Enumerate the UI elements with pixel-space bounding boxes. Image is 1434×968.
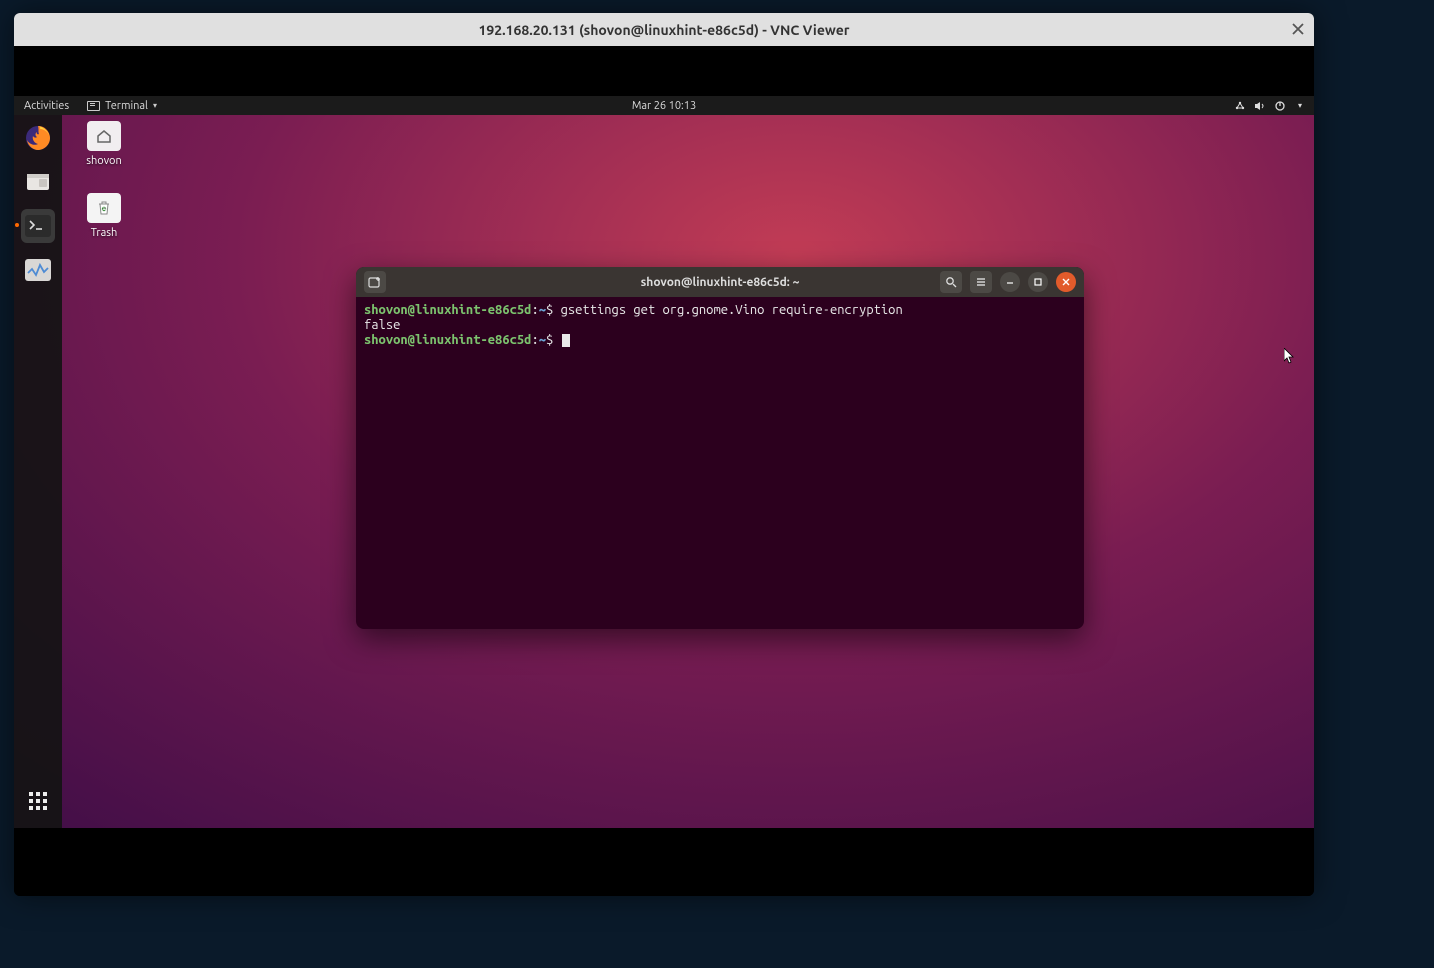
network-icon [1234, 100, 1246, 112]
dock-show-applications[interactable] [21, 784, 55, 818]
close-icon [1061, 277, 1071, 287]
clock-text: Mar 26 10:13 [632, 100, 696, 112]
terminal-app-icon [87, 101, 100, 111]
window-close-button[interactable] [1056, 272, 1076, 292]
vnc-window: 192.168.20.131 (shovon@linuxhint-e86c5d)… [14, 13, 1314, 896]
dock-files[interactable] [21, 165, 55, 199]
terminal-titlebar[interactable]: shovon@linuxhint-e86c5d: ~ [356, 267, 1084, 297]
hamburger-icon [975, 276, 987, 288]
terminal-icon [25, 215, 51, 237]
desktop-icon-trash-label: Trash [74, 227, 134, 239]
prompt-sym: $ [546, 333, 553, 347]
prompt-path: ~ [539, 303, 546, 317]
prompt-path: ~ [539, 333, 546, 347]
terminal-window[interactable]: shovon@linuxhint-e86c5d: ~ [356, 267, 1084, 629]
terminal-new-tab-button[interactable] [364, 271, 386, 293]
volume-icon [1254, 100, 1266, 112]
terminal-title: shovon@linuxhint-e86c5d: ~ [641, 276, 800, 289]
terminal-search-button[interactable] [940, 271, 962, 293]
prompt-sym: $ [546, 303, 553, 317]
appmenu-label: Terminal [105, 100, 148, 112]
new-tab-icon [368, 276, 382, 288]
terminal-menu-button[interactable] [970, 271, 992, 293]
ubuntu-desktop: Activities Terminal ▾ Mar 26 10:13 [14, 96, 1314, 828]
dock-system-monitor[interactable] [21, 253, 55, 287]
prompt-user: shovon@linuxhint-e86c5d [364, 333, 531, 347]
activities-label: Activities [24, 100, 69, 112]
window-minimize-button[interactable] [1000, 272, 1020, 292]
minimize-icon [1005, 277, 1015, 287]
desktop-icon-home[interactable]: shovon [74, 121, 134, 167]
firefox-icon [24, 124, 52, 152]
desktop-icon-trash[interactable]: Trash [74, 193, 134, 239]
dock-firefox[interactable] [21, 121, 55, 155]
close-icon [1292, 23, 1304, 35]
vnc-body: Activities Terminal ▾ Mar 26 10:13 [14, 46, 1314, 896]
chevron-down-icon: ▾ [153, 101, 157, 110]
topbar-clock[interactable]: Mar 26 10:13 [632, 100, 696, 112]
apps-grid-icon [29, 792, 47, 810]
topbar-left: Activities Terminal ▾ [14, 96, 165, 115]
window-maximize-button[interactable] [1028, 272, 1048, 292]
terminal-cursor [562, 334, 570, 347]
mouse-cursor-icon [1284, 348, 1296, 364]
home-folder-icon [87, 121, 121, 151]
activities-button[interactable]: Activities [14, 96, 79, 115]
vnc-titlebar[interactable]: 192.168.20.131 (shovon@linuxhint-e86c5d)… [14, 13, 1314, 46]
appmenu-terminal[interactable]: Terminal ▾ [79, 100, 165, 112]
trash-icon [87, 193, 121, 223]
search-icon [945, 276, 957, 288]
maximize-icon [1033, 277, 1043, 287]
vnc-close-button[interactable] [1286, 17, 1310, 41]
topbar-status-area[interactable]: ▾ [1234, 100, 1314, 112]
terminal-cmd-1: gsettings get org.gnome.Vino require-enc… [561, 303, 903, 317]
desktop-area[interactable]: shovon Trash [14, 115, 1314, 828]
vnc-title-text: 192.168.20.131 (shovon@linuxhint-e86c5d)… [478, 22, 849, 38]
prompt-sep: : [531, 333, 538, 347]
terminal-out-1: false [364, 318, 400, 332]
desktop-icon-home-label: shovon [74, 155, 134, 167]
chevron-down-icon: ▾ [1294, 100, 1306, 112]
dock-terminal[interactable] [21, 209, 55, 243]
prompt-sep: : [531, 303, 538, 317]
terminal-body[interactable]: shovon@linuxhint-e86c5d:~$ gsettings get… [356, 297, 1084, 354]
system-monitor-icon [25, 259, 51, 281]
gnome-topbar: Activities Terminal ▾ Mar 26 10:13 [14, 96, 1314, 115]
power-icon [1274, 100, 1286, 112]
dock [14, 115, 62, 828]
prompt-user: shovon@linuxhint-e86c5d [364, 303, 531, 317]
files-icon [24, 168, 52, 196]
